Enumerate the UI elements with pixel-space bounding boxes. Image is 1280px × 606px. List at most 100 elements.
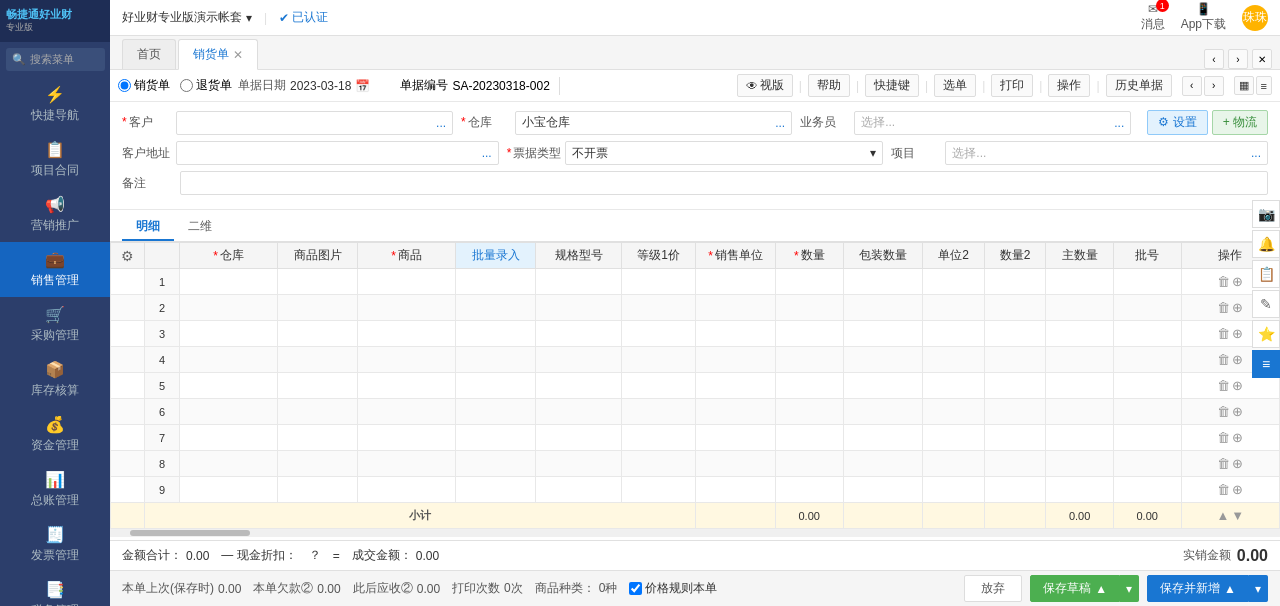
row-warehouse-cell[interactable] <box>179 451 277 477</box>
radio-return[interactable]: 退货单 <box>180 77 232 94</box>
row-copy-icon[interactable]: ⊕ <box>1232 300 1243 315</box>
row-pack-qty-cell[interactable] <box>843 399 923 425</box>
messages-btn[interactable]: ✉ 1 消息 <box>1141 2 1165 33</box>
row-warehouse-cell[interactable] <box>179 477 277 503</box>
row-spec-cell[interactable] <box>536 269 622 295</box>
row-batch-cell[interactable] <box>1113 451 1181 477</box>
row-batch-cell[interactable] <box>1113 269 1181 295</box>
row-sale-unit-cell[interactable] <box>696 425 776 451</box>
col-spec[interactable]: 规格型号 <box>536 243 622 269</box>
row-price1-cell[interactable] <box>622 451 696 477</box>
row-qty2-cell[interactable] <box>984 321 1045 347</box>
row-unit2-cell[interactable] <box>923 477 984 503</box>
addrow-btn[interactable]: + 物流 <box>1212 110 1268 135</box>
customer-addr-ellipsis[interactable]: ... <box>482 146 492 160</box>
row-pack-qty-cell[interactable] <box>843 425 923 451</box>
row-img-cell[interactable] <box>278 399 358 425</box>
project-input[interactable]: 选择... ... <box>945 141 1268 165</box>
row-batch-cell[interactable] <box>1113 477 1181 503</box>
side-btn-2[interactable]: 🔔 <box>1252 230 1280 258</box>
row-delete-icon[interactable]: 🗑 <box>1217 456 1230 471</box>
setup-btn[interactable]: ⚙ 设置 <box>1147 110 1207 135</box>
row-unit2-cell[interactable] <box>923 425 984 451</box>
row-pack-qty-cell[interactable] <box>843 477 923 503</box>
row-pack-qty-cell[interactable] <box>843 347 923 373</box>
tab-prev-btn[interactable]: ‹ <box>1204 49 1224 69</box>
row-batch-import-cell[interactable] <box>456 425 536 451</box>
row-unit2-cell[interactable] <box>923 321 984 347</box>
row-copy-icon[interactable]: ⊕ <box>1232 456 1243 471</box>
calendar-icon[interactable]: 📅 <box>355 79 370 93</box>
salesperson-input[interactable]: 选择... ... <box>854 111 1131 135</box>
question-icon-item[interactable]: ？ <box>309 547 321 564</box>
row-batch-cell[interactable] <box>1113 399 1181 425</box>
row-batch-import-cell[interactable] <box>456 399 536 425</box>
table-wrap[interactable]: ⚙ *仓库 商品图片 *商品 批量录入 规格型号 <box>110 242 1280 540</box>
row-warehouse-cell[interactable] <box>179 269 277 295</box>
row-warehouse-cell[interactable] <box>179 347 277 373</box>
row-sale-unit-cell[interactable] <box>696 321 776 347</box>
row-sale-unit-cell[interactable] <box>696 373 776 399</box>
row-unit2-cell[interactable] <box>923 347 984 373</box>
sidebar-item-purchase[interactable]: 🛒 采购管理 <box>0 297 110 352</box>
view-btn[interactable]: 👁 视版 <box>737 74 793 97</box>
row-price1-cell[interactable] <box>622 295 696 321</box>
warehouse-input[interactable]: 小宝仓库 ... <box>515 111 792 135</box>
row-delete-icon[interactable]: 🗑 <box>1217 274 1230 289</box>
tab-home[interactable]: 首页 <box>122 39 176 69</box>
row-copy-icon[interactable]: ⊕ <box>1232 326 1243 341</box>
gear-icon[interactable]: ⚙ <box>121 248 134 264</box>
sidebar-item-funds[interactable]: 💰 资金管理 <box>0 407 110 462</box>
row-main-qty-cell[interactable] <box>1046 269 1114 295</box>
row-copy-icon[interactable]: ⊕ <box>1232 482 1243 497</box>
subtotal-up-icon[interactable]: ▲ <box>1216 508 1229 523</box>
row-qty2-cell[interactable] <box>984 295 1045 321</box>
row-sale-unit-cell[interactable] <box>696 451 776 477</box>
col-unit2[interactable]: 单位2 <box>923 243 984 269</box>
save-draft-arr-btn[interactable]: ▾ <box>1120 575 1139 602</box>
row-delete-icon[interactable]: 🗑 <box>1217 482 1230 497</box>
col-qty2[interactable]: 数量2 <box>984 243 1045 269</box>
row-spec-cell[interactable] <box>536 425 622 451</box>
row-unit2-cell[interactable] <box>923 295 984 321</box>
sidebar-item-invoice[interactable]: 🧾 发票管理 <box>0 517 110 572</box>
subtotal-down-icon[interactable]: ▼ <box>1231 508 1244 523</box>
row-batch-import-cell[interactable] <box>456 373 536 399</box>
row-qty-cell[interactable] <box>775 347 843 373</box>
row-qty-cell[interactable] <box>775 399 843 425</box>
price-checkbox[interactable]: 价格规则本单 <box>629 580 717 597</box>
row-spec-cell[interactable] <box>536 373 622 399</box>
row-pack-qty-cell[interactable] <box>843 295 923 321</box>
row-img-cell[interactable] <box>278 295 358 321</box>
side-btn-3[interactable]: 📋 <box>1252 260 1280 288</box>
sidebar-item-project[interactable]: 📋 项目合同 <box>0 132 110 187</box>
customer-addr-input[interactable]: ... <box>176 141 499 165</box>
col-sale-unit[interactable]: *销售单位 <box>696 243 776 269</box>
row-main-qty-cell[interactable] <box>1046 399 1114 425</box>
grid-view-btn[interactable]: ▦ <box>1234 76 1254 95</box>
customer-ellipsis[interactable]: ... <box>436 116 446 130</box>
sidebar-item-tax[interactable]: 📑 税务管理 <box>0 572 110 606</box>
print-btn[interactable]: 打印 <box>991 74 1033 97</box>
row-delete-icon[interactable]: 🗑 <box>1217 352 1230 367</box>
row-warehouse-cell[interactable] <box>179 373 277 399</box>
company-selector[interactable]: 好业财专业版演示帐套 ▾ <box>122 9 252 26</box>
row-qty2-cell[interactable] <box>984 425 1045 451</box>
col-batch[interactable]: 批号 <box>1113 243 1181 269</box>
tab-detail[interactable]: 明细 <box>122 214 174 241</box>
row-unit2-cell[interactable] <box>923 451 984 477</box>
row-img-cell[interactable] <box>278 269 358 295</box>
row-main-qty-cell[interactable] <box>1046 321 1114 347</box>
row-price1-cell[interactable] <box>622 269 696 295</box>
row-price1-cell[interactable] <box>622 321 696 347</box>
row-delete-icon[interactable]: 🗑 <box>1217 430 1230 445</box>
row-batch-cell[interactable] <box>1113 373 1181 399</box>
remark-input[interactable] <box>180 171 1268 195</box>
toolbar-next-btn[interactable]: › <box>1204 76 1224 96</box>
row-qty-cell[interactable] <box>775 425 843 451</box>
col-batch-import[interactable]: 批量录入 <box>456 243 536 269</box>
row-qty-cell[interactable] <box>775 451 843 477</box>
radio-return-input[interactable] <box>180 79 193 92</box>
row-spec-cell[interactable] <box>536 295 622 321</box>
row-goods-cell[interactable] <box>358 295 456 321</box>
